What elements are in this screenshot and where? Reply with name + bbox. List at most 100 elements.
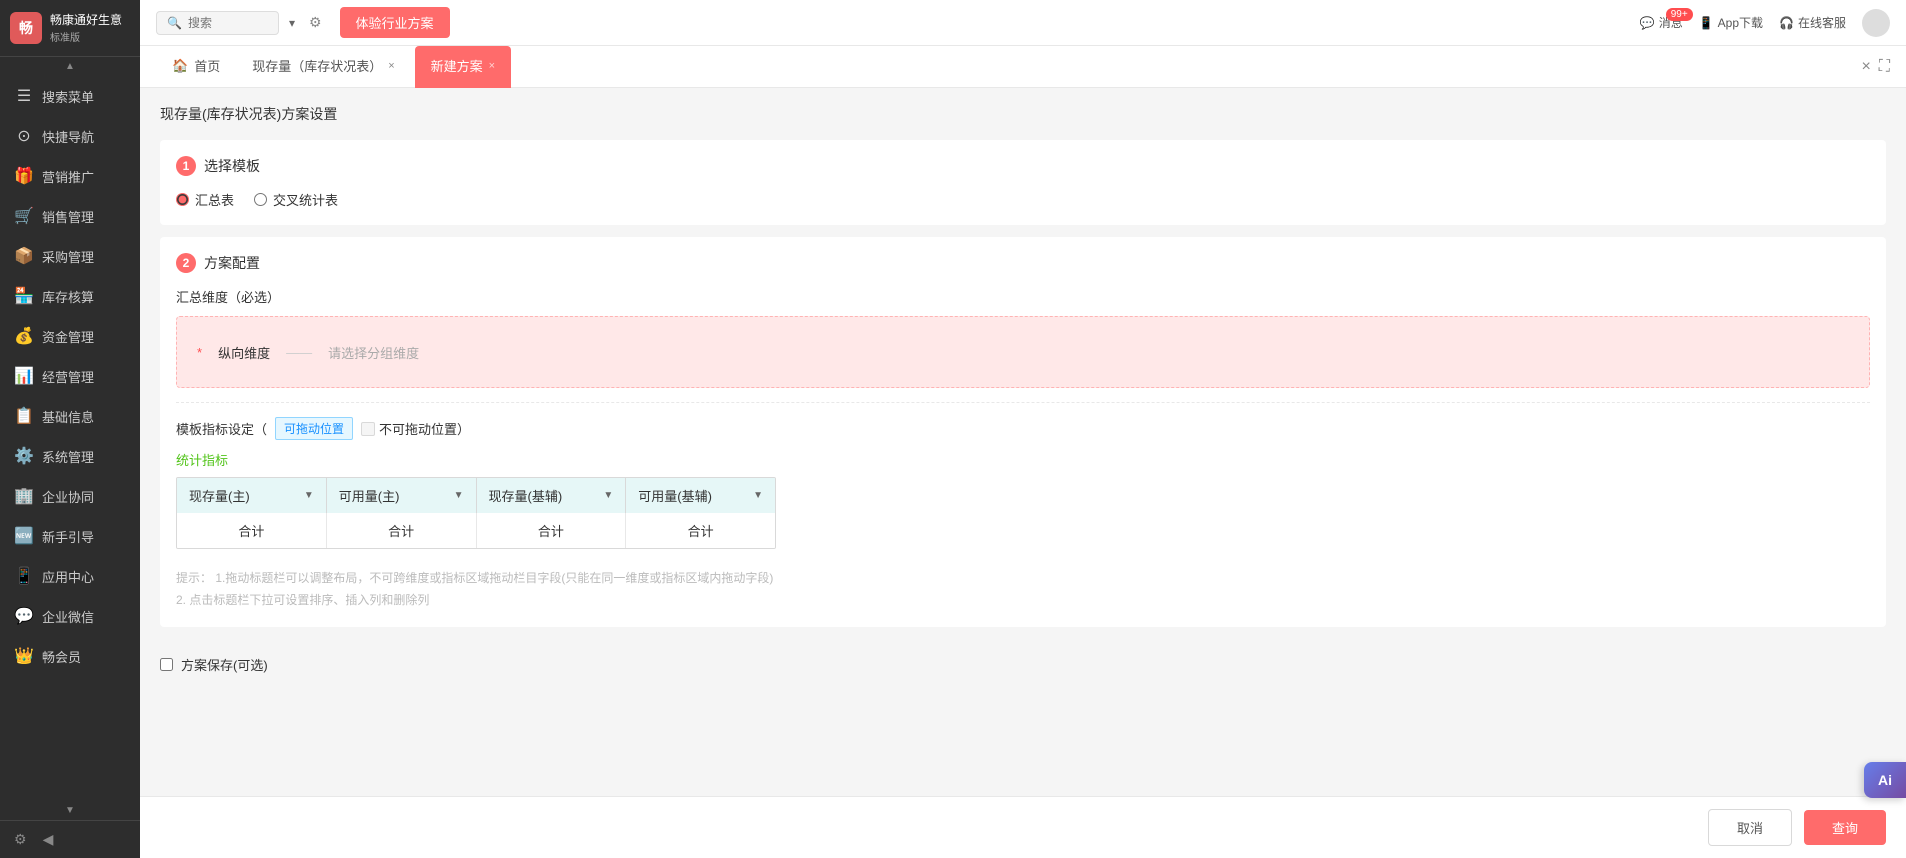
dimension-box[interactable]: * 纵向维度 —— 请选择分组维度: [176, 316, 1870, 388]
ai-fab-button[interactable]: Ai: [1864, 762, 1906, 798]
cell-0-0: 合计: [177, 513, 327, 548]
gear-icon[interactable]: ⚙: [309, 14, 322, 31]
sidebar-item-member[interactable]: 👑 畅会员: [0, 636, 140, 676]
required-star: *: [197, 345, 202, 360]
apps-icon: 📱: [14, 566, 34, 586]
radio-cross-input[interactable]: [254, 193, 267, 206]
cell-0-1: 合计: [327, 513, 477, 548]
sidebar-item-enterprise[interactable]: 🏢 企业协同: [0, 476, 140, 516]
app-edition: 标准版: [50, 29, 122, 44]
experience-button[interactable]: 体验行业方案: [340, 7, 450, 38]
logo-icon: 畅: [10, 12, 42, 44]
step2-title: 方案配置: [204, 253, 260, 273]
tab-inventory-status[interactable]: 现存量（库存状况表） ×: [236, 46, 410, 88]
stats-section-label: 统计指标: [176, 450, 1870, 469]
message-icon: 💬: [1640, 16, 1655, 30]
section-divider-1: [176, 402, 1870, 403]
tab-close-ctrl[interactable]: ×: [1861, 58, 1870, 76]
sidebar-item-wechat[interactable]: 💬 企业微信: [0, 596, 140, 636]
service-button[interactable]: 🎧 在线客服: [1779, 14, 1846, 31]
sidebar-item-operations[interactable]: 📊 经营管理: [0, 356, 140, 396]
col-label-avail-main: 可用量(主): [339, 486, 400, 505]
stats-col-current-aux[interactable]: 现存量(基辅) ▼: [477, 478, 627, 513]
step1-title: 选择模板: [204, 156, 260, 176]
operations-icon: 📊: [14, 366, 34, 386]
radio-summary[interactable]: 汇总表: [176, 190, 234, 209]
col-arrow-current-aux[interactable]: ▼: [603, 490, 613, 501]
search-input[interactable]: [188, 16, 268, 30]
indicator-setting-label: 模板指标设定（: [176, 419, 267, 438]
template-radio-group: 汇总表 交叉统计表: [176, 190, 1870, 209]
save-row: 方案保存(可选): [160, 643, 1886, 686]
app-download-button[interactable]: 📱 App下载: [1699, 14, 1763, 31]
tabs-controls: × ⛶: [1861, 58, 1890, 76]
inventory-icon: 🏪: [14, 286, 34, 306]
marketing-icon: 🎁: [14, 166, 34, 186]
stats-col-current-main[interactable]: 现存量(主) ▼: [177, 478, 327, 513]
sidebar-item-search[interactable]: ☰ 搜索菜单: [0, 76, 140, 116]
sidebar-item-guide[interactable]: 🆕 新手引导: [0, 516, 140, 556]
non-draggable-badge[interactable]: 不可拖动位置）: [361, 419, 470, 438]
col-arrow-avail-aux[interactable]: ▼: [753, 490, 763, 501]
sidebar-item-label: 资金管理: [42, 327, 94, 346]
sidebar-item-basic[interactable]: 📋 基础信息: [0, 396, 140, 436]
tab-home-label: 首页: [194, 56, 220, 75]
sidebar-item-purchase[interactable]: 📦 采购管理: [0, 236, 140, 276]
headset-icon: 🎧: [1779, 16, 1794, 30]
tab-home[interactable]: 🏠 首页: [156, 46, 236, 88]
sidebar-nav: ☰ 搜索菜单 ⊙ 快捷导航 🎁 营销推广 🛒 销售管理 📦 采购管理 🏪 库存核…: [0, 76, 140, 801]
sidebar-scroll-up[interactable]: ▲: [0, 57, 140, 76]
tab-expand-ctrl[interactable]: ⛶: [1879, 58, 1890, 76]
stats-table: 现存量(主) ▼ 可用量(主) ▼ 现存量(基辅) ▼ 可用量(基辅): [176, 477, 776, 549]
tab-new-scheme-close[interactable]: ×: [489, 60, 495, 72]
radio-cross[interactable]: 交叉统计表: [254, 190, 338, 209]
col-arrow-avail-main[interactable]: ▼: [454, 490, 464, 501]
finance-icon: 💰: [14, 326, 34, 346]
tab-new-scheme-label: 新建方案: [431, 56, 483, 75]
sidebar-item-quick-nav[interactable]: ⊙ 快捷导航: [0, 116, 140, 156]
col-label-current-main: 现存量(主): [189, 486, 250, 505]
sidebar-item-apps[interactable]: 📱 应用中心: [0, 556, 140, 596]
radio-summary-input[interactable]: [176, 193, 189, 206]
sidebar-item-inventory[interactable]: 🏪 库存核算: [0, 276, 140, 316]
tab-new-scheme[interactable]: 新建方案 ×: [415, 46, 511, 88]
save-checkbox[interactable]: [160, 658, 173, 671]
message-button[interactable]: 💬 消息 99+: [1640, 14, 1683, 31]
stats-col-avail-main[interactable]: 可用量(主) ▼: [327, 478, 477, 513]
dimension-placeholder: 请选择分组维度: [328, 343, 419, 362]
summary-dim-label: 汇总维度（必选）: [176, 287, 1870, 306]
enterprise-icon: 🏢: [14, 486, 34, 506]
sidebar-item-label: 经营管理: [42, 367, 94, 386]
sidebar-item-finance[interactable]: 💰 资金管理: [0, 316, 140, 356]
sidebar-item-label: 新手引导: [42, 527, 94, 546]
page-title: 现存量(库存状况表)方案设置: [160, 104, 1886, 124]
sidebar-item-label: 基础信息: [42, 407, 94, 426]
sidebar-item-marketing[interactable]: 🎁 营销推广: [0, 156, 140, 196]
sidebar-item-label: 库存核算: [42, 287, 94, 306]
sidebar-item-system[interactable]: ⚙️ 系统管理: [0, 436, 140, 476]
bottom-bar: 取消 查询: [140, 796, 1906, 858]
quick-nav-icon: ⊙: [14, 126, 34, 146]
sidebar-item-sales[interactable]: 🛒 销售管理: [0, 196, 140, 236]
draggable-badge[interactable]: 可拖动位置: [275, 417, 353, 440]
user-menu[interactable]: [1862, 9, 1890, 37]
stats-col-avail-aux[interactable]: 可用量(基辅) ▼: [626, 478, 775, 513]
col-arrow-current-main[interactable]: ▼: [304, 490, 314, 501]
tab-inventory-close[interactable]: ×: [388, 60, 394, 72]
purchase-icon: 📦: [14, 246, 34, 266]
step1-section: 1 选择模板 汇总表 交叉统计表: [160, 140, 1886, 225]
cancel-button[interactable]: 取消: [1708, 809, 1792, 846]
sidebar-scroll-down[interactable]: ▼: [0, 801, 140, 820]
query-button[interactable]: 查询: [1804, 810, 1886, 845]
search-dropdown-icon[interactable]: ▾: [289, 16, 295, 30]
cell-0-2: 合计: [477, 513, 627, 548]
step1-badge: 1: [176, 156, 196, 176]
radio-cross-label: 交叉统计表: [273, 190, 338, 209]
step2-header: 2 方案配置: [176, 253, 1870, 273]
sidebar-item-label: 应用中心: [42, 567, 94, 586]
collapse-icon[interactable]: ◀: [43, 831, 54, 848]
search-box[interactable]: 🔍: [156, 11, 279, 35]
sidebar-item-label: 搜索菜单: [42, 87, 94, 106]
settings-icon[interactable]: ⚙: [14, 831, 27, 848]
tip-1: 提示： 1.拖动标题栏可以调整布局，不可跨维度或指标区域拖动栏目字段(只能在同一…: [176, 568, 1870, 590]
